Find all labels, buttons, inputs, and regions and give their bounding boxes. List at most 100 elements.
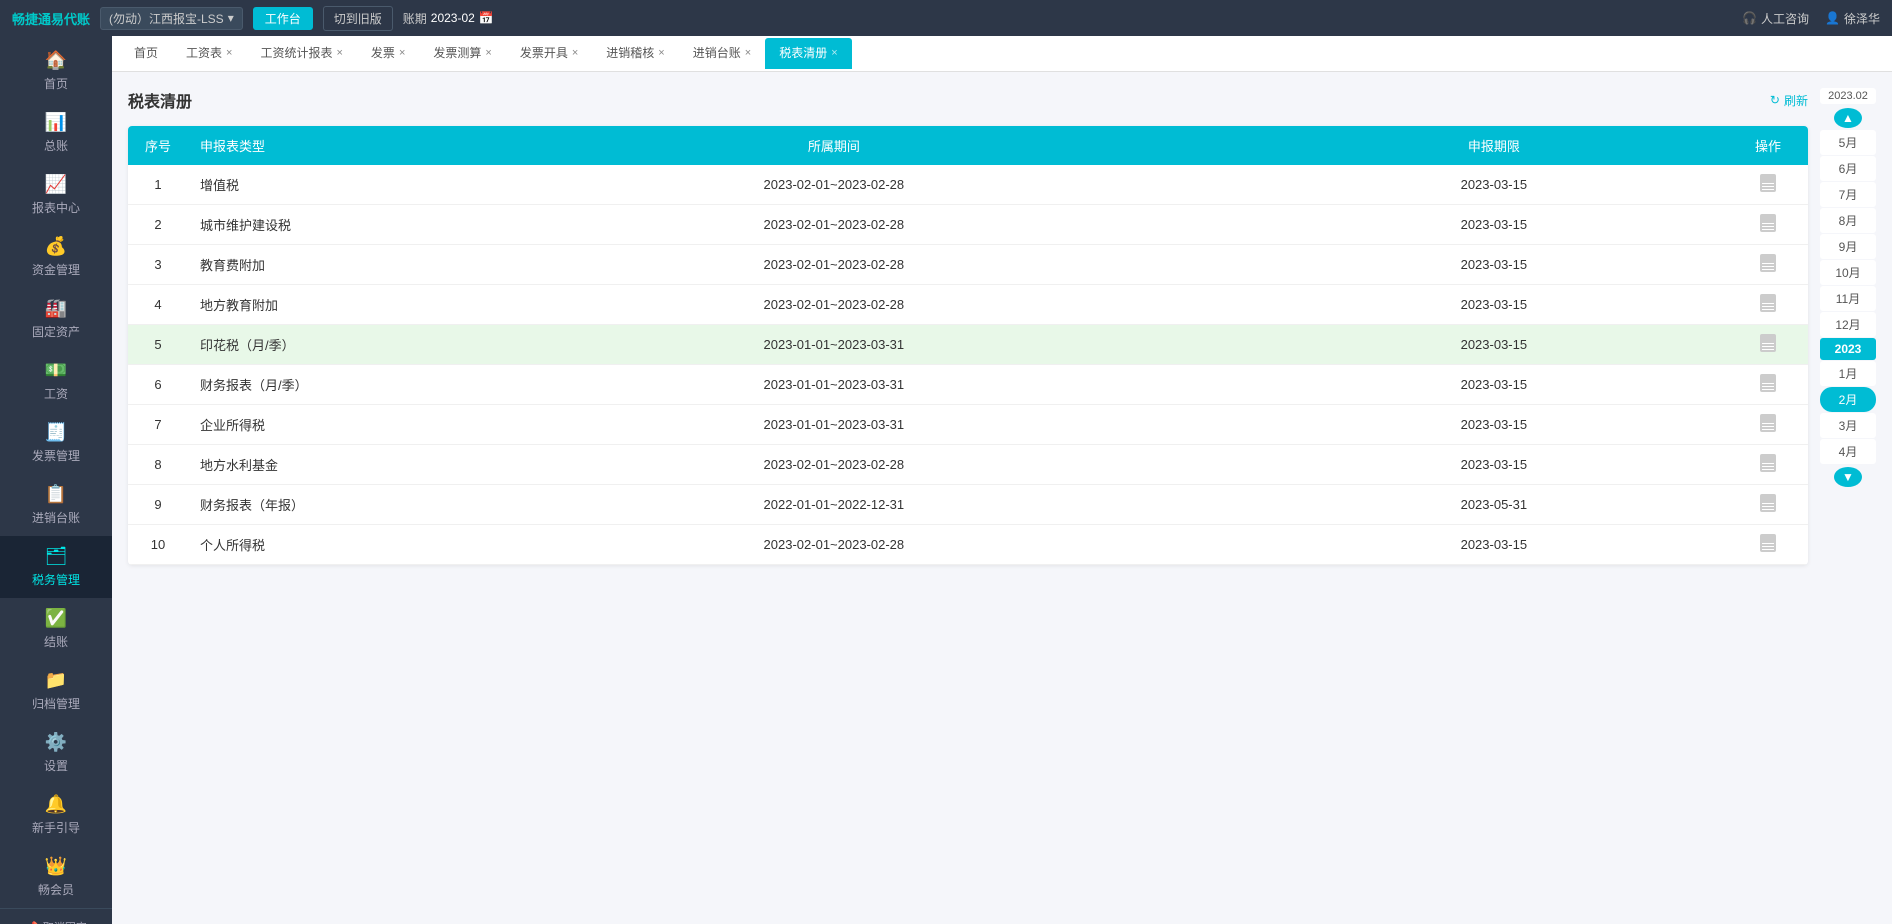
company-selector[interactable]: (勿动）江西报宝-LSS ▾ — [100, 7, 243, 30]
sidebar-item-settings-label: 设置 — [44, 757, 68, 774]
period-label: 账期 2023-02 📅 — [403, 10, 494, 27]
tab-tax-list[interactable]: 税表清册 × — [765, 38, 851, 69]
doc-action-icon[interactable] — [1760, 294, 1776, 312]
sidebar-item-close[interactable]: ✅ 结账 — [0, 598, 112, 660]
sidebar-item-capital[interactable]: 💰 资金管理 — [0, 226, 112, 288]
sidebar-item-vip[interactable]: 👑 畅会员 — [0, 846, 112, 908]
sidebar-item-home[interactable]: 🏠 首页 — [0, 40, 112, 102]
calendar-up-button[interactable]: ▲ — [1834, 108, 1862, 128]
cell-no: 10 — [128, 525, 188, 565]
cell-type: 城市维护建设税 — [188, 205, 408, 245]
tab-purchase-ledger-close[interactable]: × — [745, 47, 751, 59]
tab-salary-report-close[interactable]: × — [336, 47, 342, 59]
tab-invoice-check[interactable]: 发票测算 × — [419, 38, 505, 69]
table-row: 6 财务报表（月/季） 2023-01-01~2023-03-31 2023-0… — [128, 365, 1808, 405]
tab-salary-report[interactable]: 工资统计报表 × — [246, 38, 356, 69]
user-profile-btn[interactable]: 👤 徐泽华 — [1825, 10, 1880, 27]
calendar-month-9[interactable]: 9月 — [1820, 234, 1876, 259]
cell-period: 2023-02-01~2023-02-28 — [408, 445, 1260, 485]
tab-invoice-open-close[interactable]: × — [572, 47, 578, 59]
sidebar-item-vip-label: 畅会员 — [38, 881, 74, 898]
sidebar-item-guide-label: 新手引导 — [32, 819, 80, 836]
cell-deadline: 2023-03-15 — [1260, 325, 1728, 365]
doc-action-icon[interactable] — [1760, 374, 1776, 392]
tab-purchase-ledger[interactable]: 进销台账 × — [679, 38, 765, 69]
cell-no: 2 — [128, 205, 188, 245]
doc-action-icon[interactable] — [1760, 494, 1776, 512]
sidebar-item-assets[interactable]: 🏭 固定资产 — [0, 288, 112, 350]
cell-action — [1728, 365, 1808, 405]
col-header-type: 申报表类型 — [188, 126, 408, 165]
calendar-month-7[interactable]: 7月 — [1820, 182, 1876, 207]
sidebar-item-invoice[interactable]: 🧾 发票管理 — [0, 412, 112, 474]
col-header-deadline: 申报期限 — [1260, 126, 1728, 165]
settings-icon: ⚙️ — [45, 732, 67, 753]
calendar-month-4[interactable]: 4月 — [1820, 439, 1876, 464]
cell-type: 教育费附加 — [188, 245, 408, 285]
home-icon: 🏠 — [45, 50, 67, 71]
app-logo: 畅捷通易代账 — [12, 9, 90, 28]
sidebar-item-tax[interactable]: 🗂 税务管理 — [0, 536, 112, 598]
doc-action-icon[interactable] — [1760, 174, 1776, 192]
right-calendar-panel: 2023.02 ▲ 5月 6月 7月 8月 9月 10月 11月 12月 202… — [1820, 88, 1876, 908]
sidebar-item-ledger-label: 总账 — [44, 137, 68, 154]
sidebar-item-assets-label: 固定资产 — [32, 323, 80, 340]
tab-salary[interactable]: 工资表 × — [172, 38, 246, 69]
calendar-month-1[interactable]: 1月 — [1820, 361, 1876, 386]
doc-action-icon[interactable] — [1760, 454, 1776, 472]
workspace-button[interactable]: 工作台 — [253, 7, 313, 30]
tab-purchase-check-close[interactable]: × — [658, 47, 664, 59]
calendar-year-2023[interactable]: 2023 — [1820, 338, 1876, 360]
sidebar-item-archive[interactable]: 📁 归档管理 — [0, 660, 112, 722]
doc-action-icon[interactable] — [1760, 534, 1776, 552]
tab-invoice-close[interactable]: × — [399, 47, 405, 59]
tab-tax-list-close[interactable]: × — [831, 47, 837, 59]
cell-action — [1728, 405, 1808, 445]
sidebar-item-guide[interactable]: 🔔 新手引导 — [0, 784, 112, 846]
tab-salary-close[interactable]: × — [226, 47, 232, 59]
table-row: 3 教育费附加 2023-02-01~2023-02-28 2023-03-15 — [128, 245, 1808, 285]
cell-no: 9 — [128, 485, 188, 525]
tab-home[interactable]: 首页 — [120, 38, 172, 69]
calendar-month-5[interactable]: 5月 — [1820, 130, 1876, 155]
refresh-button[interactable]: ↻ 刷新 — [1770, 92, 1808, 109]
calendar-month-3[interactable]: 3月 — [1820, 413, 1876, 438]
unpin-button[interactable]: 📌 取消固定 — [0, 908, 112, 924]
calendar-down-button[interactable]: ▼ — [1834, 467, 1862, 487]
sidebar-item-settings[interactable]: ⚙️ 设置 — [0, 722, 112, 784]
refresh-icon: ↻ — [1770, 93, 1780, 107]
sidebar-item-purchase[interactable]: 📋 进销台账 — [0, 474, 112, 536]
cell-type: 地方水利基金 — [188, 445, 408, 485]
avatar-icon: 👤 — [1825, 11, 1840, 25]
table-row: 2 城市维护建设税 2023-02-01~2023-02-28 2023-03-… — [128, 205, 1808, 245]
old-version-button[interactable]: 切到旧版 — [323, 6, 393, 31]
tab-invoice-check-close[interactable]: × — [485, 47, 491, 59]
sidebar-item-report[interactable]: 📈 报表中心 — [0, 164, 112, 226]
cell-period: 2023-02-01~2023-02-28 — [408, 525, 1260, 565]
calendar-month-10[interactable]: 10月 — [1820, 260, 1876, 285]
sidebar-item-salary[interactable]: 💵 工资 — [0, 350, 112, 412]
tab-purchase-check[interactable]: 进销稽核 × — [592, 38, 678, 69]
calendar-month-2[interactable]: 2月 — [1820, 387, 1876, 412]
tab-invoice-open[interactable]: 发票开具 × — [506, 38, 592, 69]
cell-no: 7 — [128, 405, 188, 445]
calendar-icon[interactable]: 📅 — [479, 11, 494, 25]
doc-action-icon[interactable] — [1760, 254, 1776, 272]
cell-type: 印花税（月/季） — [188, 325, 408, 365]
doc-action-icon[interactable] — [1760, 414, 1776, 432]
cell-period: 2023-01-01~2023-03-31 — [408, 365, 1260, 405]
table-row: 9 财务报表（年报） 2022-01-01~2022-12-31 2023-05… — [128, 485, 1808, 525]
doc-action-icon[interactable] — [1760, 334, 1776, 352]
doc-action-icon[interactable] — [1760, 214, 1776, 232]
calendar-month-12[interactable]: 12月 — [1820, 312, 1876, 337]
tax-icon: 🗂 — [45, 546, 68, 567]
cell-action — [1728, 445, 1808, 485]
col-header-period: 所属期间 — [408, 126, 1260, 165]
tab-invoice[interactable]: 发票 × — [357, 38, 419, 69]
human-service-btn[interactable]: 🎧 人工咨询 — [1742, 10, 1809, 27]
sidebar-item-ledger[interactable]: 📊 总账 — [0, 102, 112, 164]
calendar-month-11[interactable]: 11月 — [1820, 286, 1876, 311]
invoice-icon: 🧾 — [45, 422, 67, 443]
calendar-month-8[interactable]: 8月 — [1820, 208, 1876, 233]
calendar-month-6[interactable]: 6月 — [1820, 156, 1876, 181]
